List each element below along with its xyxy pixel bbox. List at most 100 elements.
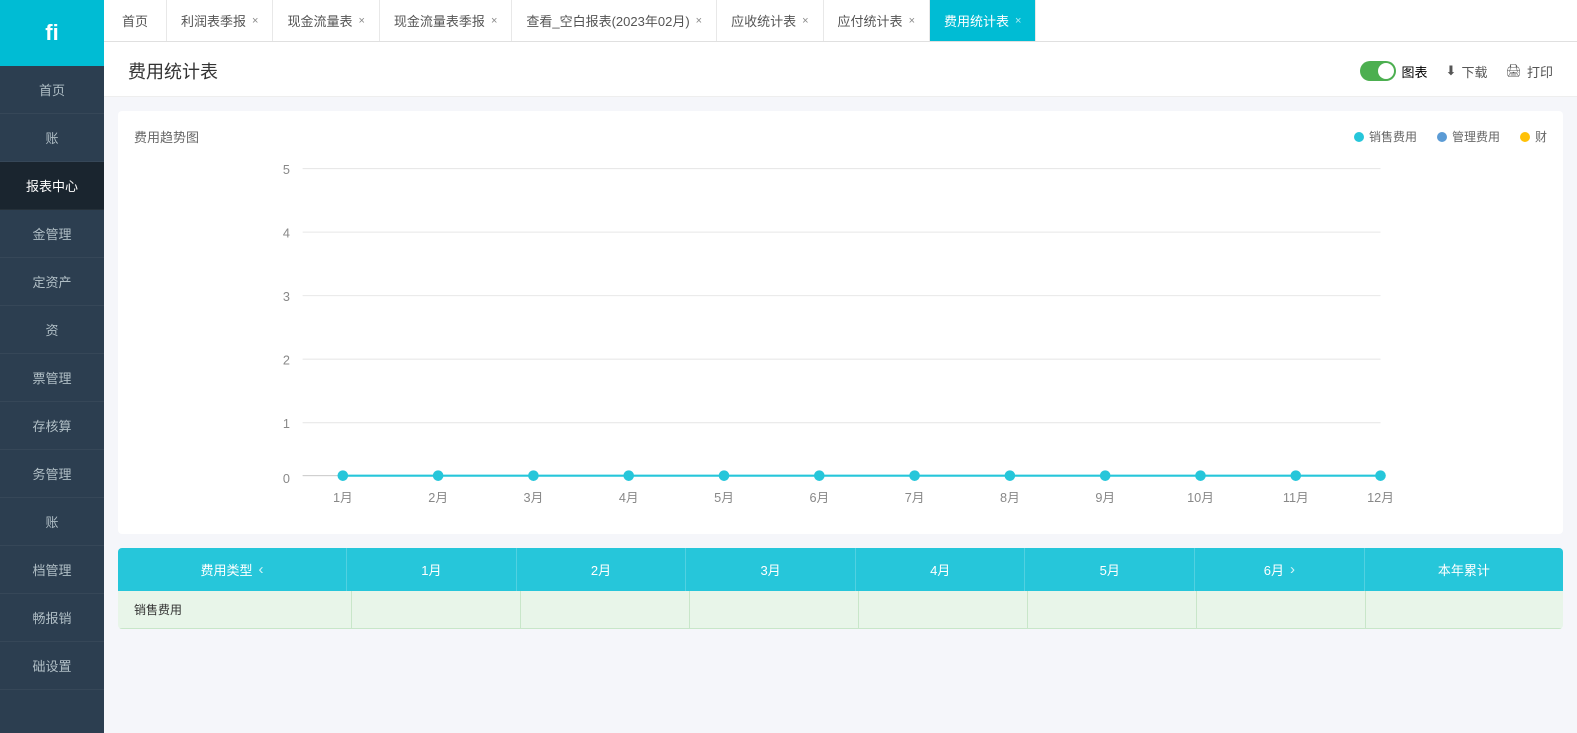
tab-close-cashflow[interactable]: × bbox=[358, 15, 364, 27]
svg-text:10月: 10月 bbox=[1187, 491, 1214, 505]
sidebar-item-settings[interactable]: 础设置 bbox=[0, 642, 104, 690]
tab-close-profit-quarterly[interactable]: × bbox=[252, 15, 258, 27]
svg-text:3: 3 bbox=[283, 290, 290, 304]
td-m3 bbox=[690, 591, 859, 628]
tab-receivable[interactable]: 应收统计表 × bbox=[717, 0, 823, 41]
td-type: 销售费用 bbox=[118, 591, 352, 628]
tab-close-receivable[interactable]: × bbox=[802, 15, 808, 27]
svg-text:8月: 8月 bbox=[1000, 491, 1020, 505]
chart-section: 费用趋势图 销售费用 管理费用 财 bbox=[118, 111, 1563, 534]
svg-text:5月: 5月 bbox=[714, 491, 734, 505]
svg-text:0: 0 bbox=[283, 472, 290, 486]
sidebar-item-reports[interactable]: 报表中心 bbox=[0, 162, 104, 210]
tab-close-payable[interactable]: × bbox=[909, 15, 915, 27]
tab-cashflow[interactable]: 现金流量表 × bbox=[273, 0, 379, 41]
tab-payable[interactable]: 应付统计表 × bbox=[824, 0, 930, 41]
content-area: 费用统计表 图表 ⬇ 下载 🖨 打印 费用趋势图 bbox=[104, 42, 1577, 733]
legend-admin: 管理费用 bbox=[1437, 128, 1500, 145]
th-month6: 6月 › bbox=[1195, 548, 1365, 591]
td-m1 bbox=[352, 591, 521, 628]
th-month2-label: 2月 bbox=[591, 560, 611, 579]
next-arrow[interactable]: › bbox=[1290, 561, 1295, 578]
legend-sales: 销售费用 bbox=[1354, 128, 1417, 145]
sidebar-item-expense[interactable]: 畅报销 bbox=[0, 594, 104, 642]
svg-text:4月: 4月 bbox=[619, 491, 639, 505]
sidebar-item-archive[interactable]: 档管理 bbox=[0, 546, 104, 594]
legend-finance: 财 bbox=[1520, 128, 1547, 145]
download-button[interactable]: ⬇ 下载 bbox=[1446, 62, 1488, 81]
tab-profit-quarterly[interactable]: 利润表季报 × bbox=[167, 0, 273, 41]
legend-dot-admin bbox=[1437, 132, 1447, 142]
page-title: 费用统计表 bbox=[128, 58, 218, 84]
legend-label-admin: 管理费用 bbox=[1452, 128, 1500, 145]
prev-arrow[interactable]: ‹ bbox=[259, 561, 264, 578]
sidebar-item-cash[interactable]: 金管理 bbox=[0, 210, 104, 258]
svg-text:5: 5 bbox=[283, 163, 290, 177]
header-actions: 图表 ⬇ 下载 🖨 打印 bbox=[1360, 61, 1553, 81]
th-month1-label: 1月 bbox=[421, 560, 441, 579]
chart-svg: 5 4 3 2 1 0 bbox=[134, 158, 1547, 518]
sidebar-item-resources[interactable]: 资 bbox=[0, 306, 104, 354]
chart-toggle-wrap[interactable]: 图表 bbox=[1360, 61, 1428, 81]
th-ytd: 本年累计 bbox=[1365, 548, 1563, 591]
sidebar-logo: fi bbox=[0, 0, 104, 66]
th-type: 费用类型 ‹ bbox=[118, 548, 347, 591]
table-row: 销售费用 bbox=[118, 591, 1563, 629]
chart-area: 5 4 3 2 1 0 bbox=[134, 158, 1547, 518]
legend-dot-finance bbox=[1520, 132, 1530, 142]
sidebar: fi 首页 账 报表中心 金管理 定资产 资 票管理 存核算 务管理 账 档管理… bbox=[0, 0, 104, 733]
tab-close-expense-stats[interactable]: × bbox=[1015, 15, 1021, 27]
table-section: 费用类型 ‹ 1月 2月 3月 4月 5月 bbox=[118, 548, 1563, 629]
svg-text:12月: 12月 bbox=[1367, 491, 1394, 505]
svg-text:2: 2 bbox=[283, 353, 290, 367]
chart-toggle[interactable] bbox=[1360, 61, 1396, 81]
svg-text:11月: 11月 bbox=[1283, 491, 1309, 505]
tab-close-cashflow-quarterly[interactable]: × bbox=[491, 15, 497, 27]
chart-header: 费用趋势图 销售费用 管理费用 财 bbox=[134, 127, 1547, 146]
sidebar-item-home[interactable]: 首页 bbox=[0, 66, 104, 114]
svg-text:3月: 3月 bbox=[524, 491, 544, 505]
download-icon: ⬇ bbox=[1446, 63, 1457, 79]
th-month4: 4月 bbox=[856, 548, 1026, 591]
page-header: 费用统计表 图表 ⬇ 下载 🖨 打印 bbox=[104, 42, 1577, 97]
chart-toggle-label: 图表 bbox=[1402, 62, 1428, 81]
tab-expense-stats[interactable]: 费用统计表 × bbox=[930, 0, 1036, 41]
th-month4-label: 4月 bbox=[930, 560, 950, 579]
sidebar-item-service[interactable]: 务管理 bbox=[0, 450, 104, 498]
sidebar-item-ledger[interactable]: 账 bbox=[0, 114, 104, 162]
th-month3-label: 3月 bbox=[760, 560, 780, 579]
legend-label-finance: 财 bbox=[1535, 128, 1547, 145]
table-header-row: 费用类型 ‹ 1月 2月 3月 4月 5月 bbox=[118, 548, 1563, 591]
legend-dot-sales bbox=[1354, 132, 1364, 142]
tab-cashflow-quarterly[interactable]: 现金流量表季报 × bbox=[380, 0, 512, 41]
tab-home[interactable]: 首页 bbox=[104, 0, 167, 41]
svg-text:9月: 9月 bbox=[1095, 491, 1115, 505]
th-type-label: 费用类型 bbox=[201, 560, 253, 579]
print-button[interactable]: 🖨 打印 bbox=[1505, 62, 1553, 81]
main-area: 首页 利润表季报 × 现金流量表 × 现金流量表季报 × 查看_空白报表(202… bbox=[104, 0, 1577, 733]
td-m4 bbox=[859, 591, 1028, 628]
th-month1: 1月 bbox=[347, 548, 517, 591]
svg-text:7月: 7月 bbox=[905, 491, 925, 505]
sidebar-item-invoices[interactable]: 票管理 bbox=[0, 354, 104, 402]
chart-title: 费用趋势图 bbox=[134, 127, 199, 146]
th-month3: 3月 bbox=[686, 548, 856, 591]
th-month5-label: 5月 bbox=[1100, 560, 1120, 579]
tab-close-blank-report[interactable]: × bbox=[696, 15, 702, 27]
th-month5: 5月 bbox=[1025, 548, 1195, 591]
sidebar-item-accounts[interactable]: 账 bbox=[0, 498, 104, 546]
svg-text:4: 4 bbox=[283, 226, 290, 240]
td-m5 bbox=[1028, 591, 1197, 628]
svg-text:2月: 2月 bbox=[428, 491, 448, 505]
svg-text:1月: 1月 bbox=[333, 491, 353, 505]
tab-blank-report[interactable]: 查看_空白报表(2023年02月) × bbox=[512, 0, 717, 41]
sidebar-item-assets[interactable]: 定资产 bbox=[0, 258, 104, 306]
print-icon: 🖨 bbox=[1505, 63, 1522, 79]
sidebar-item-inventory[interactable]: 存核算 bbox=[0, 402, 104, 450]
svg-text:1: 1 bbox=[283, 417, 290, 431]
th-month2: 2月 bbox=[517, 548, 687, 591]
th-month6-label: 6月 bbox=[1264, 560, 1284, 579]
legend-label-sales: 销售费用 bbox=[1369, 128, 1417, 145]
td-ytd bbox=[1366, 591, 1563, 628]
td-m6 bbox=[1197, 591, 1366, 628]
